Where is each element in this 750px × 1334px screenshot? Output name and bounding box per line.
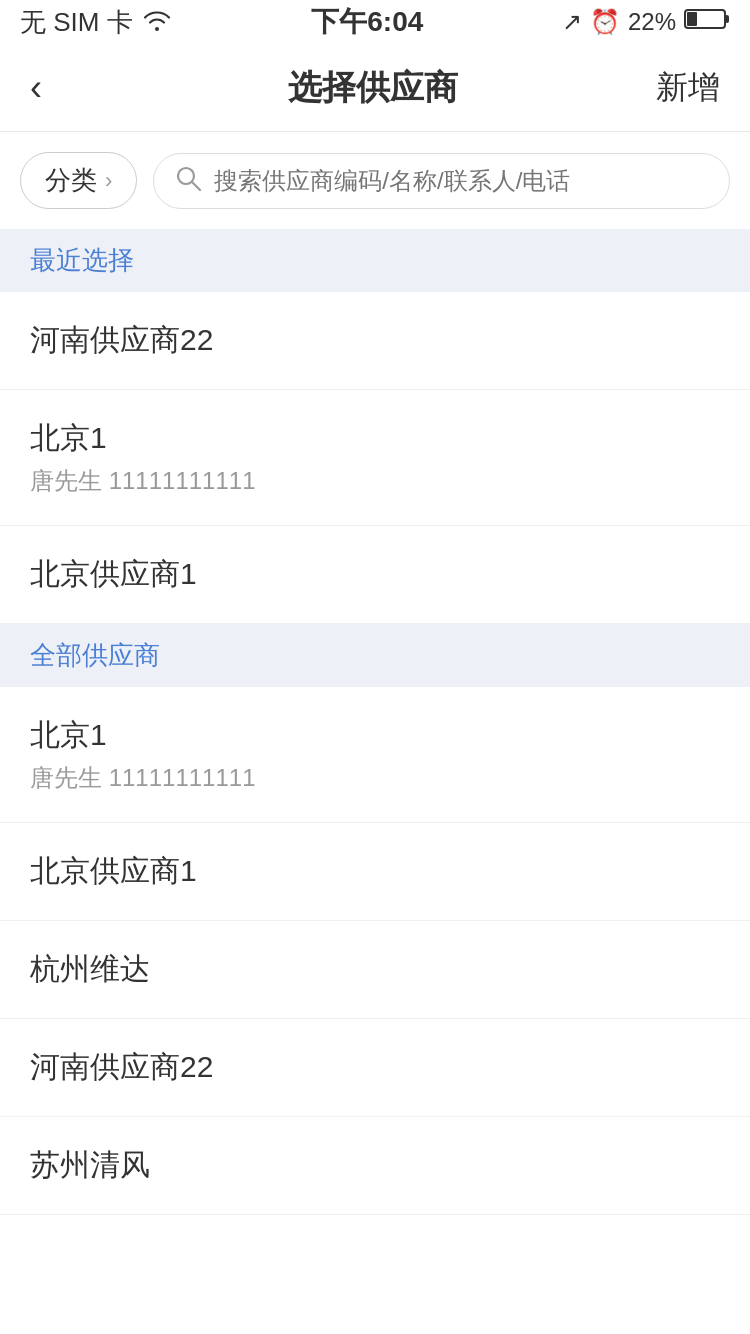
filter-bar: 分类 › <box>0 132 750 229</box>
chevron-right-icon: › <box>105 168 112 194</box>
svg-rect-1 <box>687 12 697 26</box>
item-name: 杭州维达 <box>30 949 720 990</box>
item-name: 河南供应商22 <box>30 320 720 361</box>
svg-line-4 <box>192 182 200 190</box>
list-item[interactable]: 北京供应商1 <box>0 526 750 624</box>
search-box <box>153 153 730 209</box>
status-left: 无 SIM 卡 <box>20 5 173 40</box>
list-item[interactable]: 北京供应商1 <box>0 823 750 921</box>
location-icon: ↗ <box>562 8 582 36</box>
list-item[interactable]: 苏州清风 <box>0 1117 750 1215</box>
list-item[interactable]: 北京1 唐先生 11111111111 <box>0 687 750 823</box>
category-button[interactable]: 分类 › <box>20 152 137 209</box>
nav-bar: ‹ 选择供应商 新增 <box>0 44 750 132</box>
list-item[interactable]: 杭州维达 <box>0 921 750 1019</box>
status-bar: 无 SIM 卡 下午6:04 ↗ ⏰ 22% <box>0 0 750 44</box>
item-name: 苏州清风 <box>30 1145 720 1186</box>
search-icon <box>174 164 202 198</box>
item-name: 北京供应商1 <box>30 554 720 595</box>
category-label: 分类 <box>45 163 97 198</box>
status-right: ↗ ⏰ 22% <box>562 7 730 37</box>
status-time: 下午6:04 <box>311 3 423 41</box>
add-button[interactable]: 新增 <box>656 66 720 110</box>
list-item[interactable]: 北京1 唐先生 11111111111 <box>0 390 750 526</box>
section-header-recent: 最近选择 <box>0 229 750 292</box>
item-sub: 唐先生 11111111111 <box>30 465 720 497</box>
search-input[interactable] <box>214 167 709 195</box>
content-list: 最近选择河南供应商22 北京1 唐先生 11111111111 北京供应商1 全部供应商… <box>0 229 750 1215</box>
item-name: 北京供应商1 <box>30 851 720 892</box>
alarm-icon: ⏰ <box>590 8 620 36</box>
section-header-all: 全部供应商 <box>0 624 750 687</box>
svg-rect-2 <box>725 15 729 23</box>
item-sub: 唐先生 11111111111 <box>30 762 720 794</box>
wifi-icon <box>141 7 173 38</box>
battery-text: 22% <box>628 8 676 36</box>
page-title: 选择供应商 <box>288 65 458 111</box>
sim-status: 无 SIM 卡 <box>20 5 133 40</box>
back-button[interactable]: ‹ <box>30 67 90 109</box>
item-name: 北京1 <box>30 715 720 756</box>
item-name: 河南供应商22 <box>30 1047 720 1088</box>
item-name: 北京1 <box>30 418 720 459</box>
list-item[interactable]: 河南供应商22 <box>0 1019 750 1117</box>
list-item[interactable]: 河南供应商22 <box>0 292 750 390</box>
battery-icon <box>684 7 730 37</box>
